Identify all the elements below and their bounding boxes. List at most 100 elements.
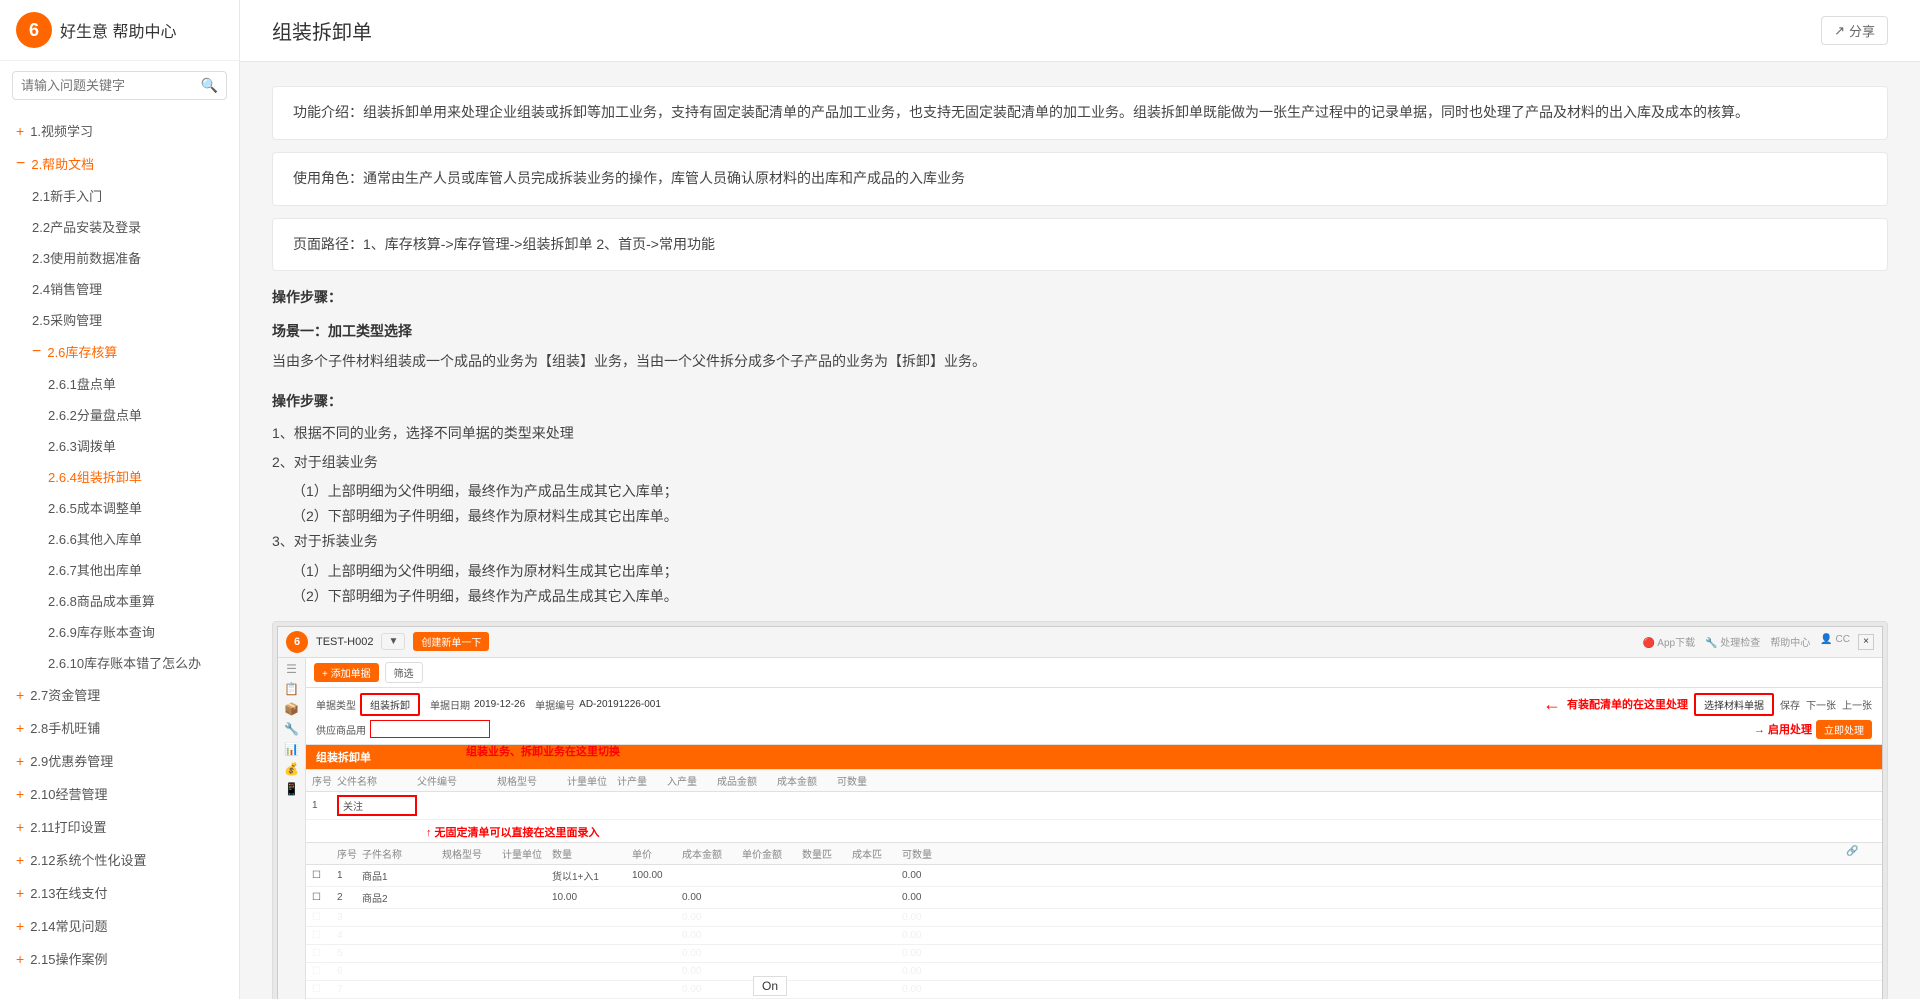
sidebar-item-label: 2.9优惠券管理 bbox=[30, 751, 113, 770]
sidebar-item-label: 2.7资金管理 bbox=[30, 685, 100, 704]
mock-company: TEST-H002 bbox=[316, 636, 373, 648]
sidebar-item-28[interactable]: + 2.8手机旺铺 bbox=[0, 711, 239, 744]
sidebar-item-23[interactable]: 2.3使用前数据准备 bbox=[0, 242, 239, 273]
function-intro-box: 功能介绍：组装拆卸单用来处理企业组装或拆卸等加工业务，支持有固定装配清单的产品加… bbox=[272, 86, 1888, 140]
plus-icon: + bbox=[16, 687, 24, 703]
plus-icon: + bbox=[16, 951, 24, 967]
mock-add-btn: + 添加单据 bbox=[314, 663, 379, 682]
mock-toolbar: + 添加单据 筛选 bbox=[306, 658, 1882, 688]
mock-row-1: ☐ 1 商品1 货以1+入1 100.00 bbox=[306, 865, 1882, 887]
step-2-2: （2）下部明细为子件明细，最终作为原材料生成其它出库单。 bbox=[272, 504, 1888, 529]
content-area: 功能介绍：组装拆卸单用来处理企业组装或拆卸等加工业务，支持有固定装配清单的产品加… bbox=[240, 62, 1920, 999]
mock-bottom-table: 序号 子件名称 规格型号 计量单位 数量 单价 成本金额 单价金额 数量匹 bbox=[306, 842, 1882, 999]
mock-filter-btn: 筛选 bbox=[385, 662, 423, 683]
sidebar-item-267[interactable]: 2.6.7其他出库单 bbox=[0, 554, 239, 585]
plus-icon: + bbox=[16, 786, 24, 802]
share-label: 分享 bbox=[1849, 21, 1875, 40]
minus-icon: − bbox=[32, 344, 41, 360]
step-3-1: （1）上部明细为父件明细，最终作为原材料生成其它出库单； bbox=[272, 559, 1888, 584]
function-intro-text: 功能介绍：组装拆卸单用来处理企业组装或拆卸等加工业务，支持有固定装配清单的产品加… bbox=[293, 104, 1749, 120]
plus-icon: + bbox=[16, 720, 24, 736]
sidebar-item-label: 2.6库存核算 bbox=[47, 342, 117, 361]
minus-icon: − bbox=[16, 156, 25, 172]
share-button[interactable]: ↗ 分享 bbox=[1821, 16, 1888, 45]
scenario1-desc: 当由多个子件材料组装成一个成品的业务为【组装】业务，当由一个父件拆分成多个子产品… bbox=[272, 349, 1888, 374]
page-title: 组装拆卸单 bbox=[272, 16, 372, 45]
role-text: 使用角色：通常由生产人员或库管人员完成拆装业务的操作，库管人员确认原材料的出库和… bbox=[293, 170, 965, 186]
mock-row-3: ☐30.000.00 bbox=[306, 909, 1882, 927]
ops-steps-title: 操作步骤： bbox=[272, 391, 1888, 411]
mock-parent-name: 关注 bbox=[337, 795, 417, 816]
sidebar-item-261[interactable]: 2.6.1盘点单 bbox=[0, 368, 239, 399]
role-box: 使用角色：通常由生产人员或库管人员完成拆装业务的操作，库管人员确认原材料的出库和… bbox=[272, 152, 1888, 206]
sidebar-item-docs[interactable]: − 2.帮助文档 bbox=[0, 147, 239, 180]
sidebar-item-22[interactable]: 2.2产品安装及登录 bbox=[0, 211, 239, 242]
sidebar-item-263[interactable]: 2.6.3调拨单 bbox=[0, 430, 239, 461]
mock-row-7: ☐70.000.00 bbox=[306, 981, 1882, 999]
sidebar-item-211[interactable]: + 2.11打印设置 bbox=[0, 810, 239, 843]
sidebar-item-210[interactable]: + 2.10经营管理 bbox=[0, 777, 239, 810]
step-2: 2、对于组装业务 bbox=[272, 450, 1888, 475]
sidebar-item-21[interactable]: 2.1新手入门 bbox=[0, 180, 239, 211]
mock-top-table: 序号 父件名称 父件编号 规格型号 计量单位 计产量 入产量 成品金额 成本金额 bbox=[306, 769, 1882, 820]
search-box[interactable]: 🔍 bbox=[12, 71, 227, 100]
sidebar-item-268[interactable]: 2.6.8商品成本重算 bbox=[0, 585, 239, 616]
sidebar-item-label: 2.12系统个性化设置 bbox=[30, 850, 146, 869]
sidebar-item-label: 2.14常见问题 bbox=[30, 916, 107, 935]
on-label: On bbox=[753, 976, 787, 996]
mock-type-area: 组装拆卸单 组装业务、拆卸业务在这里切换 bbox=[306, 745, 1882, 769]
mock-supplier-input bbox=[370, 720, 490, 738]
mock-topbar-icons: 🔴 App下载 🔧 处理检查 帮助中心 👤 CC bbox=[1643, 634, 1850, 649]
sidebar-item-264[interactable]: 2.6.4组装拆卸单 bbox=[0, 461, 239, 492]
mock-enable-btn: 立即处理 bbox=[1816, 720, 1872, 739]
step-2-1: （1）上部明细为父件明细，最终作为产成品生成其它入库单； bbox=[272, 479, 1888, 504]
mock-material-btn: 选择材料单据 bbox=[1694, 693, 1774, 716]
search-icon: 🔍 bbox=[201, 77, 218, 94]
sidebar-item-label: 2.13在线支付 bbox=[30, 883, 107, 902]
mock-row-5: ☐50.000.00 bbox=[306, 945, 1882, 963]
share-icon: ↗ bbox=[1834, 23, 1845, 39]
plus-icon: + bbox=[16, 885, 24, 901]
sidebar-item-2610[interactable]: 2.6.10库存账本错了怎么办 bbox=[0, 647, 239, 678]
sidebar-item-27[interactable]: + 2.7资金管理 bbox=[0, 678, 239, 711]
sidebar-item-video[interactable]: + 1.视频学习 bbox=[0, 114, 239, 147]
step-3-2: （2）下部明细为子件明细，最终作为产成品生成其它入库单。 bbox=[272, 584, 1888, 609]
sidebar-item-label: 2.15操作案例 bbox=[30, 949, 107, 968]
sidebar-item-269[interactable]: 2.6.9库存账本查询 bbox=[0, 616, 239, 647]
app-title: 好生意 帮助中心 bbox=[60, 18, 176, 42]
sidebar-item-266[interactable]: 2.6.6其他入库单 bbox=[0, 523, 239, 554]
mock-row-4: ☐40.000.00 bbox=[306, 927, 1882, 945]
mock-logo: 6 bbox=[286, 631, 308, 653]
sidebar-item-26[interactable]: − 2.6库存核算 bbox=[0, 335, 239, 368]
sidebar-item-25[interactable]: 2.5采购管理 bbox=[0, 304, 239, 335]
plus-icon: + bbox=[16, 819, 24, 835]
sidebar-item-212[interactable]: + 2.12系统个性化设置 bbox=[0, 843, 239, 876]
sidebar-item-label: 2.11打印设置 bbox=[30, 817, 106, 836]
sidebar-item-29[interactable]: + 2.9优惠券管理 bbox=[0, 744, 239, 777]
sidebar-item-label: 2.帮助文档 bbox=[31, 154, 94, 173]
sidebar-item-24[interactable]: 2.4销售管理 bbox=[0, 273, 239, 304]
nav-section: + 1.视频学习 − 2.帮助文档 2.1新手入门 2.2产品安装及登录 2.3… bbox=[0, 110, 239, 979]
sidebar-item-213[interactable]: + 2.13在线支付 bbox=[0, 876, 239, 909]
sidebar-header: 6 好生意 帮助中心 bbox=[0, 0, 239, 61]
plus-icon: + bbox=[16, 123, 24, 139]
path-box: 页面路径：1、库存核算->库存管理->组装拆卸单 2、首页->常用功能 bbox=[272, 218, 1888, 272]
plus-icon: + bbox=[16, 918, 24, 934]
scenario1-title: 场景一：加工类型选择 bbox=[272, 321, 1888, 341]
sidebar-item-214[interactable]: + 2.14常见问题 bbox=[0, 909, 239, 942]
main-content: 组装拆卸单 ↗ 分享 功能介绍：组装拆卸单用来处理企业组装或拆卸等加工业务，支持… bbox=[240, 0, 1920, 999]
sidebar-item-label: 2.8手机旺铺 bbox=[30, 718, 100, 737]
step-3: 3、对于拆装业务 bbox=[272, 529, 1888, 554]
mock-row-2: ☐ 2 商品2 10.00 0.00 bbox=[306, 887, 1882, 909]
screenshot-container: 6 TEST-H002 ▼ 创建新单一下 🔴 App下载 🔧 处理检查 帮助中心… bbox=[272, 621, 1888, 999]
mock-dropdown: ▼ bbox=[381, 633, 405, 650]
search-input[interactable] bbox=[21, 78, 201, 93]
sidebar-item-262[interactable]: 2.6.2分量盘点单 bbox=[0, 399, 239, 430]
main-header: 组装拆卸单 ↗ 分享 bbox=[240, 0, 1920, 62]
mock-annotation-area: ↑ 无固定清单可以直接在这里面录入 bbox=[306, 822, 1882, 842]
sidebar-item-265[interactable]: 2.6.5成本调整单 bbox=[0, 492, 239, 523]
mock-close: × bbox=[1858, 634, 1874, 650]
sidebar-item-215[interactable]: + 2.15操作案例 bbox=[0, 942, 239, 975]
mock-row-6: ☐60.000.00 bbox=[306, 963, 1882, 981]
mock-new-btn: 创建新单一下 bbox=[413, 632, 489, 651]
